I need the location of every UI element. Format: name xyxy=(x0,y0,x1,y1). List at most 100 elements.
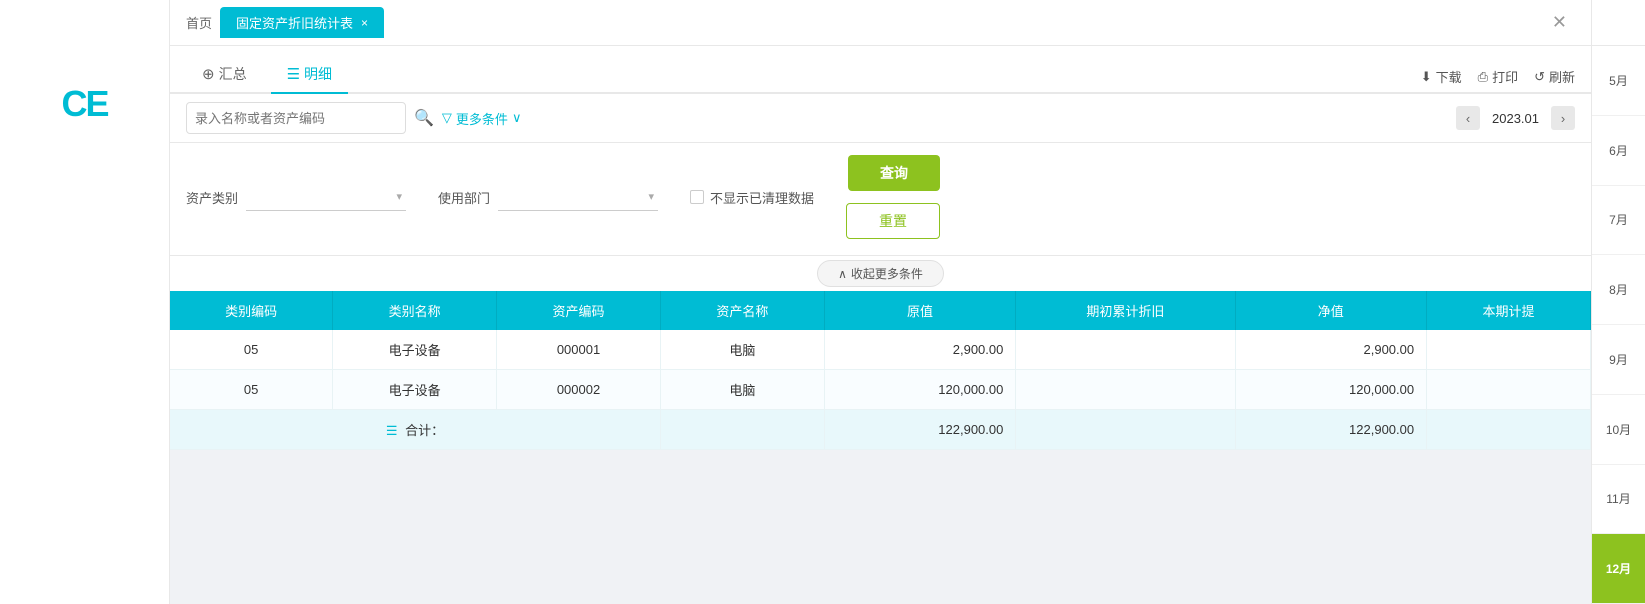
hide-cleared-checkbox[interactable] xyxy=(690,190,704,204)
collapse-row: ∧ 收起更多条件 xyxy=(170,256,1591,291)
download-button[interactable]: ⬇ 下载 xyxy=(1421,67,1462,86)
month-item-9[interactable]: 9月 xyxy=(1592,325,1645,395)
col-header-net-value: 净值 xyxy=(1235,291,1427,330)
col-header-asset-name: 资产名称 xyxy=(660,291,824,330)
cell-net-val-1: 120,000.00 xyxy=(1235,370,1427,410)
query-button[interactable]: 查询 xyxy=(848,155,940,191)
refresh-button[interactable]: ↺ 刷新 xyxy=(1534,67,1575,86)
total-acc-dep xyxy=(1016,410,1235,450)
total-label: 合计： xyxy=(405,423,444,438)
collapse-label: 收起更多条件 xyxy=(851,265,923,282)
hide-cleared-field: 不显示已清理数据 xyxy=(690,188,814,207)
date-next-button[interactable]: › xyxy=(1551,106,1575,130)
total-icon-cell: ☰ 合计： xyxy=(170,410,660,450)
active-tab-label: 固定资产折旧统计表 xyxy=(236,13,353,32)
cell-asset-code-0: 000001 xyxy=(497,330,661,370)
collapse-icon: ∧ xyxy=(838,267,847,281)
col-header-accumulated-depreciation: 期初累计折旧 xyxy=(1016,291,1235,330)
col-header-category-code: 类别编码 xyxy=(170,291,333,330)
asset-category-label: 资产类别 xyxy=(186,188,238,207)
detail-icon: ☰ xyxy=(287,65,300,83)
cell-acc-dep-1 xyxy=(1016,370,1235,410)
more-conditions-button[interactable]: ▽ 更多条件 ∨ xyxy=(442,109,522,128)
total-icon: ☰ xyxy=(386,423,398,438)
table-header-row: 类别编码 类别名称 资产编码 资产名称 原值 期初累计折旧 净值 本期计提 xyxy=(170,291,1591,330)
total-asset-name xyxy=(660,410,824,450)
asset-category-select[interactable]: ▾ xyxy=(246,183,406,211)
download-icon: ⬇ xyxy=(1421,69,1432,85)
col-header-original-value: 原值 xyxy=(824,291,1016,330)
table-total-row: ☰ 合计： 122,900.00 122,900.00 xyxy=(170,410,1591,450)
window-close-button[interactable]: ✕ xyxy=(1544,8,1575,37)
cell-cat-code-1: 05 xyxy=(170,370,333,410)
filter-area: 资产类别 ▾ 使用部门 ▾ 不显示已清理数据 查询 重置 xyxy=(170,143,1591,256)
total-net-val: 122,900.00 xyxy=(1235,410,1427,450)
month-item-6[interactable]: 6月 xyxy=(1592,116,1645,186)
top-nav: 首页 固定资产折旧统计表 × ✕ xyxy=(170,0,1591,46)
cell-orig-val-1: 120,000.00 xyxy=(824,370,1016,410)
print-label: 打印 xyxy=(1492,67,1518,86)
month-list: 5月 6月 7月 8月 9月 10月 11月 12月 xyxy=(1592,46,1645,604)
refresh-label: 刷新 xyxy=(1549,67,1575,86)
summary-icon: ⊕ xyxy=(202,65,215,83)
asset-category-arrow: ▾ xyxy=(396,190,402,203)
cell-cat-name-1: 电子设备 xyxy=(333,370,497,410)
tab-summary[interactable]: ⊕ 汇总 xyxy=(186,54,263,94)
collapse-button[interactable]: ∧ 收起更多条件 xyxy=(817,260,944,287)
department-select[interactable]: ▾ xyxy=(498,183,658,211)
tab-detail[interactable]: ☰ 明细 xyxy=(271,54,348,94)
logo-area: CE xyxy=(0,0,170,604)
hide-cleared-label: 不显示已清理数据 xyxy=(710,188,814,207)
month-item-8[interactable]: 8月 xyxy=(1592,255,1645,325)
date-nav: ‹ 2023.01 › xyxy=(1456,106,1575,130)
date-value: 2023.01 xyxy=(1484,111,1547,126)
tab-bar: ⊕ 汇总 ☰ 明细 ⬇ 下载 ⎙ 打印 ↺ 刷新 xyxy=(170,46,1591,94)
total-orig-val: 122,900.00 xyxy=(824,410,1016,450)
active-tab[interactable]: 固定资产折旧统计表 × xyxy=(220,7,384,38)
more-conditions-label: 更多条件 xyxy=(456,109,508,128)
download-label: 下载 xyxy=(1436,67,1462,86)
col-header-category-name: 类别名称 xyxy=(333,291,497,330)
print-button[interactable]: ⎙ 打印 xyxy=(1478,67,1518,86)
month-item-7[interactable]: 7月 xyxy=(1592,186,1645,256)
date-prev-button[interactable]: ‹ xyxy=(1456,106,1480,130)
right-panel-top xyxy=(1592,0,1645,46)
filter-icon: ▽ xyxy=(442,110,452,126)
month-item-12[interactable]: 12月 xyxy=(1592,534,1645,604)
tab-actions: ⬇ 下载 ⎙ 打印 ↺ 刷新 xyxy=(1421,67,1575,92)
home-link[interactable]: 首页 xyxy=(186,13,212,32)
logo: CE xyxy=(40,70,130,138)
data-table: 类别编码 类别名称 资产编码 资产名称 原值 期初累计折旧 净值 本期计提 05… xyxy=(170,291,1591,450)
col-header-asset-code: 资产编码 xyxy=(497,291,661,330)
search-icon[interactable]: 🔍 xyxy=(414,108,434,128)
cell-orig-val-0: 2,900.00 xyxy=(824,330,1016,370)
month-item-5[interactable]: 5月 xyxy=(1592,46,1645,116)
department-label: 使用部门 xyxy=(438,188,490,207)
table-row: 05 电子设备 000001 电脑 2,900.00 2,900.00 xyxy=(170,330,1591,370)
chevron-down-icon: ∨ xyxy=(512,110,522,126)
filter-row: 资产类别 ▾ 使用部门 ▾ 不显示已清理数据 查询 重置 xyxy=(186,155,1575,239)
cell-asset-name-1: 电脑 xyxy=(660,370,824,410)
month-item-10[interactable]: 10月 xyxy=(1592,395,1645,465)
cell-cat-name-0: 电子设备 xyxy=(333,330,497,370)
filter-buttons: 查询 重置 xyxy=(846,155,940,239)
cell-asset-name-0: 电脑 xyxy=(660,330,824,370)
cell-net-val-0: 2,900.00 xyxy=(1235,330,1427,370)
print-icon: ⎙ xyxy=(1478,69,1488,85)
cell-acc-dep-0 xyxy=(1016,330,1235,370)
cell-asset-code-1: 000002 xyxy=(497,370,661,410)
tab-close-icon[interactable]: × xyxy=(361,16,368,30)
table-row: 05 电子设备 000002 电脑 120,000.00 120,000.00 xyxy=(170,370,1591,410)
col-header-current-period: 本期计提 xyxy=(1427,291,1591,330)
total-curr-period xyxy=(1427,410,1591,450)
tab-summary-label: 汇总 xyxy=(219,64,247,84)
reset-button[interactable]: 重置 xyxy=(846,203,940,239)
department-arrow: ▾ xyxy=(649,190,655,203)
tab-detail-label: 明细 xyxy=(304,64,332,84)
right-month-panel: 5月 6月 7月 8月 9月 10月 11月 12月 xyxy=(1591,0,1645,604)
department-field: 使用部门 ▾ xyxy=(438,183,658,211)
month-item-11[interactable]: 11月 xyxy=(1592,465,1645,535)
search-bar: 🔍 ▽ 更多条件 ∨ ‹ 2023.01 › xyxy=(170,94,1591,143)
search-input[interactable] xyxy=(186,102,406,134)
refresh-icon: ↺ xyxy=(1534,69,1545,85)
